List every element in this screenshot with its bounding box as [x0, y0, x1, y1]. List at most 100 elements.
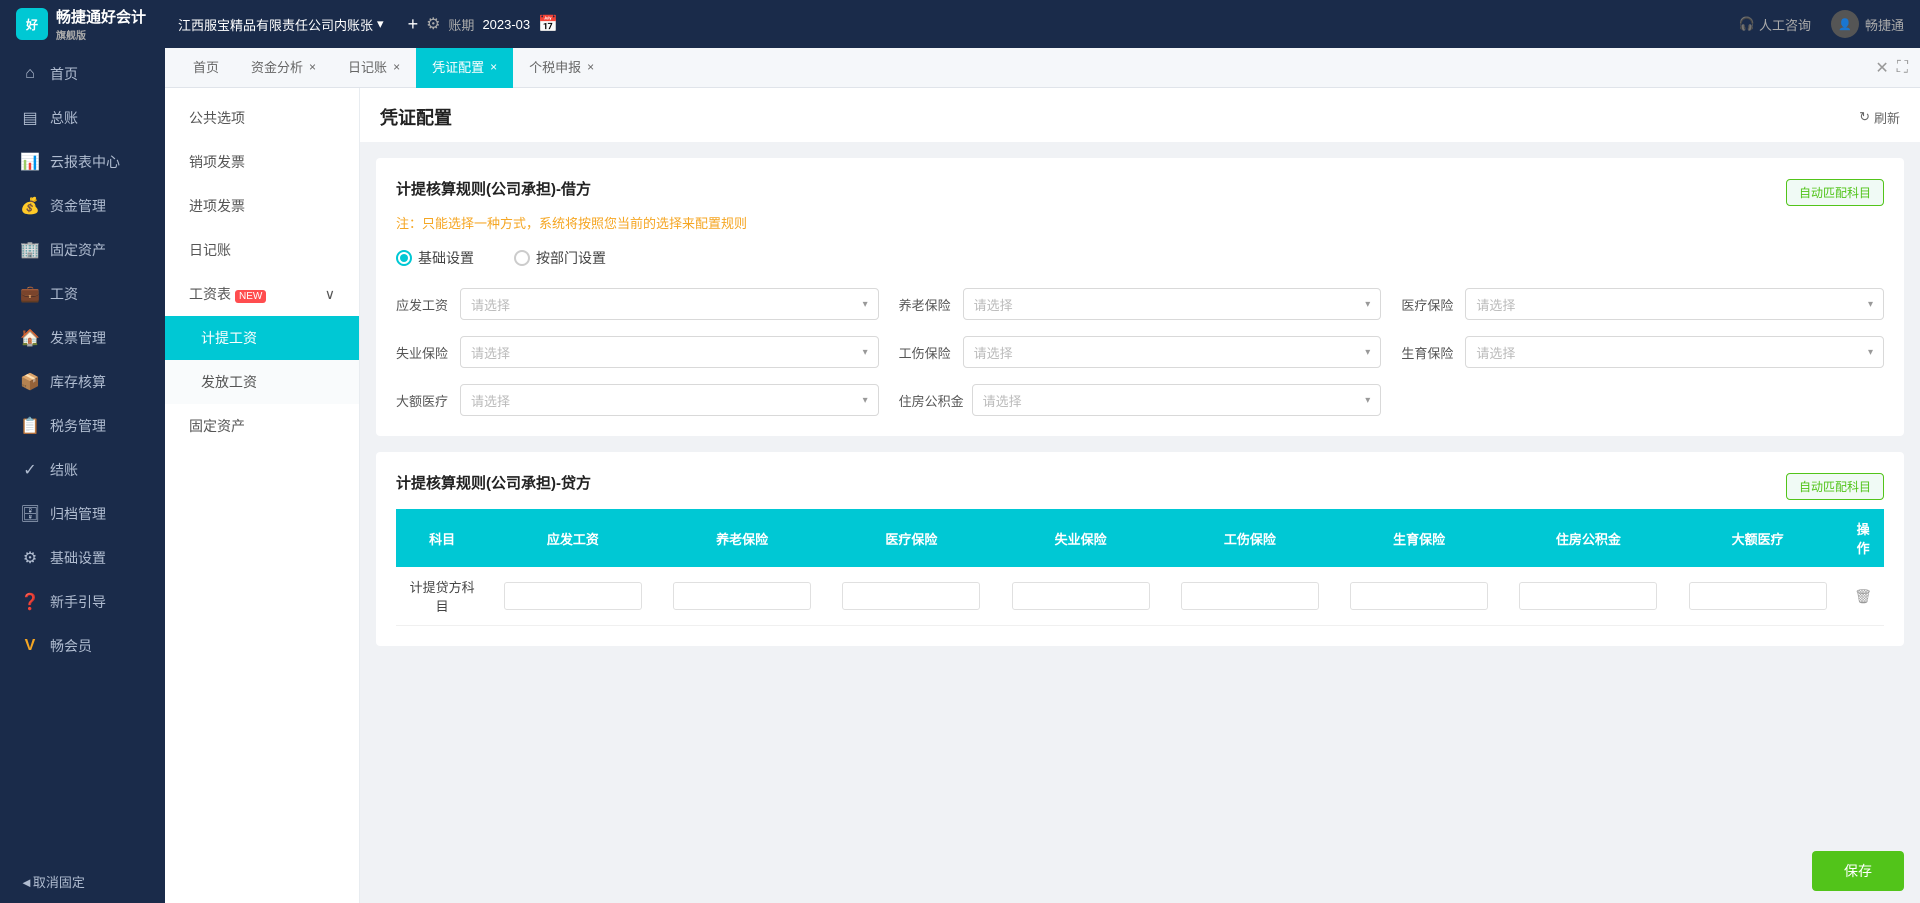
radio-basic[interactable]: 基础设置 [396, 248, 474, 268]
logo: 好 畅捷通好会计 旗舰版 [16, 6, 146, 42]
tab-funds-label: 资金分析 [251, 57, 303, 76]
tab-tax[interactable]: 个税申报 × [513, 48, 610, 88]
save-button[interactable]: 保存 [1812, 851, 1904, 891]
debit-form-grid: 应发工资 请选择 ▾ 养老保险 请选择 ▾ [396, 288, 1884, 416]
sidebar-item-guide[interactable]: ❓ 新手引导 [0, 580, 165, 624]
tab-voucher-close[interactable]: × [490, 60, 497, 74]
cancel-fixed-button[interactable]: ◄取消固定 [0, 860, 165, 903]
tab-journal[interactable]: 日记账 × [332, 48, 416, 88]
calendar-button[interactable]: 📅 [538, 14, 558, 34]
input-zhufang[interactable] [1519, 582, 1657, 610]
nav-sales[interactable]: 销项发票 [165, 140, 359, 184]
select-yanglao-placeholder: 请选择 [974, 295, 1013, 314]
add-button[interactable]: + [408, 14, 419, 35]
select-daeyiliao-placeholder: 请选择 [471, 391, 510, 410]
select-yingfa[interactable]: 请选择 ▾ [460, 288, 879, 320]
salary-icon: 💼 [20, 284, 40, 304]
chevron-down-icon: ▾ [863, 395, 868, 406]
tab-funds[interactable]: 资金分析 × [235, 48, 332, 88]
credit-section-header: 计提核算规则(公司承担)-贷方 自动匹配科目 [396, 472, 1884, 501]
tab-close-all[interactable]: ✕ [1875, 58, 1888, 78]
user-name: 畅捷通 [1865, 15, 1904, 34]
sidebar-item-reports[interactable]: 📊 云报表中心 [0, 140, 165, 184]
top-bar-right: 🎧 人工咨询 👤 畅捷通 [1739, 10, 1904, 38]
debit-section: 计提核算规则(公司承担)-借方 自动匹配科目 注：只能选择一种方式，系统将按照您… [376, 158, 1904, 436]
tab-tax-close[interactable]: × [587, 60, 594, 74]
sidebar-item-invoice[interactable]: 🏠 发票管理 [0, 316, 165, 360]
label-daeyiliao: 大额医疗 [396, 391, 452, 410]
sidebar-item-settings[interactable]: ⚙ 基础设置 [0, 536, 165, 580]
funds-icon: 💰 [20, 196, 40, 216]
nav-pay-salary[interactable]: 发放工资 [165, 360, 359, 404]
credit-auto-match-button[interactable]: 自动匹配科目 [1786, 473, 1884, 500]
company-selector[interactable]: 江西服宝精品有限责任公司内账张 ▾ [178, 15, 384, 34]
select-daeyiliao[interactable]: 请选择 ▾ [460, 384, 879, 416]
input-shengyu[interactable] [1350, 582, 1488, 610]
sidebar-item-archive[interactable]: 🗄 归档管理 [0, 492, 165, 536]
nav-purchase[interactable]: 进项发票 [165, 184, 359, 228]
sidebar-item-assets[interactable]: 🏢 固定资产 [0, 228, 165, 272]
settings-button[interactable]: ⚙ [426, 14, 440, 34]
top-bar: 好 畅捷通好会计 旗舰版 江西服宝精品有限责任公司内账张 ▾ + ⚙ 账期 20… [0, 0, 1920, 48]
nav-calc-salary[interactable]: 计提工资 [165, 316, 359, 360]
col-yingfa: 应发工资 [488, 509, 657, 567]
select-yiliao[interactable]: 请选择 ▾ [1465, 288, 1884, 320]
nav-journal[interactable]: 日记账 [165, 228, 359, 272]
input-daeyiliao[interactable] [1689, 582, 1827, 610]
sidebar-item-salary[interactable]: 💼 工资 [0, 272, 165, 316]
member-icon: V [20, 637, 40, 655]
input-yiliao[interactable] [842, 582, 980, 610]
content-area: 首页 资金分析 × 日记账 × 凭证配置 × 个税申报 × ✕ ⛶ [165, 48, 1920, 903]
input-yingfa[interactable] [504, 582, 642, 610]
label-shengyu: 生育保险 [1401, 343, 1457, 362]
refresh-button[interactable]: ↻ 刷新 [1859, 108, 1900, 127]
sidebar-item-ledger[interactable]: ▤ 总账 [0, 96, 165, 140]
select-gongshang-placeholder: 请选择 [974, 343, 1013, 362]
select-zhufang[interactable]: 请选择 ▾ [972, 384, 1382, 416]
input-shiye[interactable] [1012, 582, 1150, 610]
input-gongshang[interactable] [1181, 582, 1319, 610]
select-shengyu-placeholder: 请选择 [1476, 343, 1515, 362]
tab-home[interactable]: 首页 [177, 48, 235, 88]
select-gongshang[interactable]: 请选择 ▾ [963, 336, 1382, 368]
debit-auto-match-button[interactable]: 自动匹配科目 [1786, 179, 1884, 206]
sidebar-item-member[interactable]: V 畅会员 [0, 624, 165, 668]
delete-row-button[interactable]: 🗑 [1854, 588, 1872, 605]
logo-text: 畅捷通好会计 [56, 6, 146, 27]
sidebar-label-invoice: 发票管理 [50, 328, 106, 348]
select-shengyu[interactable]: 请选择 ▾ [1465, 336, 1884, 368]
tab-funds-close[interactable]: × [309, 60, 316, 74]
cancel-fixed-label: ◄取消固定 [20, 872, 85, 891]
credit-section: 计提核算规则(公司承担)-贷方 自动匹配科目 科目 应发工资 养老保险 医疗保险 [376, 452, 1904, 646]
radio-dept[interactable]: 按部门设置 [514, 248, 606, 268]
chevron-down-icon: ▾ [863, 299, 868, 310]
sidebar-item-home[interactable]: ⌂ 首页 [0, 52, 165, 96]
tab-voucher[interactable]: 凭证配置 × [416, 48, 513, 88]
panel-header: 凭证配置 ↻ 刷新 [360, 88, 1920, 142]
archive-icon: 🗄 [20, 504, 40, 524]
service-button[interactable]: 🎧 人工咨询 [1739, 15, 1811, 34]
cell-action: 🗑 [1842, 567, 1884, 626]
input-yanglao[interactable] [673, 582, 811, 610]
service-label: 人工咨询 [1759, 15, 1811, 34]
label-zhufang: 住房公积金 [899, 391, 964, 410]
sidebar-item-tax[interactable]: 📋 税务管理 [0, 404, 165, 448]
nav-salary-table[interactable]: 工资表NEW ∨ [165, 272, 359, 316]
tab-fullscreen[interactable]: ⛶ [1897, 59, 1908, 77]
sidebar-item-funds[interactable]: 💰 资金管理 [0, 184, 165, 228]
nav-public[interactable]: 公共选项 [165, 96, 359, 140]
sidebar-item-settlement[interactable]: ✓ 结账 [0, 448, 165, 492]
radio-basic-circle [396, 250, 412, 266]
nav-fixed-assets[interactable]: 固定资产 [165, 404, 359, 448]
nav-sub: 计提工资 发放工资 [165, 316, 359, 404]
cell-zhufang [1504, 567, 1673, 626]
home-icon: ⌂ [20, 65, 40, 83]
select-yanglao[interactable]: 请选择 ▾ [963, 288, 1382, 320]
select-shiye[interactable]: 请选择 ▾ [460, 336, 879, 368]
sidebar-item-inventory[interactable]: 📦 库存核算 [0, 360, 165, 404]
tab-journal-close[interactable]: × [393, 60, 400, 74]
chevron-down-icon: ▾ [1868, 347, 1873, 358]
sidebar-label-home: 首页 [50, 64, 78, 84]
gear-icon: ⚙ [20, 548, 40, 568]
assets-icon: 🏢 [20, 240, 40, 260]
